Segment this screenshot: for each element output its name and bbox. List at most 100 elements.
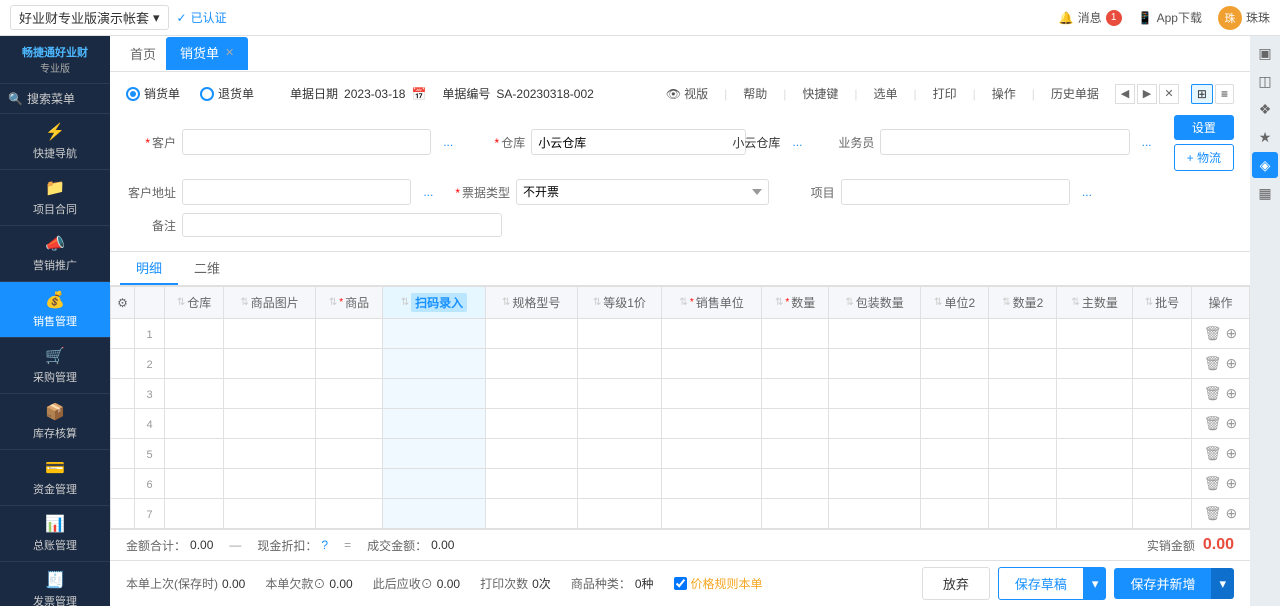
sidebar-item-project[interactable]: 📁 项目合同 xyxy=(0,170,110,226)
qty2-col-header[interactable]: ⇅ 数量2 xyxy=(989,287,1057,319)
main-qty-col-header[interactable]: ⇅ 主数量 xyxy=(1057,287,1132,319)
note-input[interactable] xyxy=(182,213,502,237)
row1-unit[interactable] xyxy=(577,319,662,349)
sidebar-item-accounting[interactable]: 📊 总账管理 xyxy=(0,506,110,562)
row7-copy-btn[interactable]: ⊕ xyxy=(1226,505,1238,522)
row1-main-qty[interactable] xyxy=(1057,319,1132,349)
project-expand-btn[interactable]: ... xyxy=(1076,183,1098,201)
tab-2d[interactable]: 二维 xyxy=(178,252,236,285)
price-notice-checkbox[interactable] xyxy=(674,577,687,590)
row1-copy-btn[interactable]: ⊕ xyxy=(1226,325,1238,342)
row1-qty2[interactable] xyxy=(989,319,1057,349)
save-draft-button[interactable]: 保存草稿 xyxy=(998,567,1084,600)
row3-delete-btn[interactable]: 🗑 xyxy=(1204,385,1222,402)
right-panel-icon-1[interactable]: ▣ xyxy=(1252,40,1278,66)
row1-batch-import[interactable] xyxy=(383,319,486,349)
view-list-icon[interactable]: ≡ xyxy=(1215,84,1234,104)
row6-copy-btn[interactable]: ⊕ xyxy=(1226,475,1238,492)
sidebar-item-marketing[interactable]: 📣 营销推广 xyxy=(0,226,110,282)
prev-arrow[interactable]: ◀ xyxy=(1115,84,1135,104)
salesperson-expand-btn[interactable]: ... xyxy=(1136,133,1158,151)
row1-quantity[interactable] xyxy=(762,319,829,349)
abandon-button[interactable]: 放弃 xyxy=(922,567,990,600)
discount-help-icon[interactable]: ? xyxy=(321,538,328,552)
row2-copy-btn[interactable]: ⊕ xyxy=(1226,355,1238,372)
tab-sales-order[interactable]: 销货单 ✕ xyxy=(166,37,248,70)
notifications-button[interactable]: 🔔 消息 1 xyxy=(1059,9,1122,26)
row1-delete-btn[interactable]: 🗑 xyxy=(1204,325,1222,342)
price-notice-check[interactable]: 价格规则本单 xyxy=(674,575,763,592)
view-grid-icon[interactable]: ⊞ xyxy=(1191,84,1213,104)
save-new-arrow-button[interactable]: ▾ xyxy=(1211,568,1234,599)
toolbar-select[interactable]: 选单 xyxy=(865,82,905,105)
save-new-button[interactable]: 保存并新增 xyxy=(1114,568,1211,599)
right-panel-icon-3[interactable]: ❖ xyxy=(1252,96,1278,122)
row1-unit2[interactable] xyxy=(920,319,988,349)
settings-col-header[interactable]: ⚙ xyxy=(111,287,135,319)
app-download-button[interactable]: 📱 App下载 xyxy=(1138,9,1202,26)
row3-copy-btn[interactable]: ⊕ xyxy=(1226,385,1238,402)
toolbar-version[interactable]: 👁 视版 xyxy=(658,82,716,105)
product-col-header[interactable]: ⇅ * 商品 xyxy=(315,287,382,319)
customer-expand-btn[interactable]: ... xyxy=(437,133,459,151)
right-panel-icon-6[interactable]: ▦ xyxy=(1252,180,1278,206)
toolbar-print[interactable]: 打印 xyxy=(925,82,965,105)
add-logistics-button[interactable]: + 物流 xyxy=(1174,144,1234,171)
close-form-icon[interactable]: ✕ xyxy=(1159,84,1179,104)
row7-delete-btn[interactable]: 🗑 xyxy=(1204,505,1222,522)
customer-input[interactable] xyxy=(182,129,431,155)
row4-delete-btn[interactable]: 🗑 xyxy=(1204,415,1222,432)
spec-col-header[interactable]: ⇅ 规格型号 xyxy=(485,287,577,319)
unit2-col-header[interactable]: ⇅ 单位2 xyxy=(920,287,988,319)
right-panel-icon-5[interactable]: ◈ xyxy=(1252,152,1278,178)
row1-product-img[interactable] xyxy=(224,319,316,349)
batch-col-header[interactable]: ⇅ 批号 xyxy=(1132,287,1191,319)
row1-pack-qty[interactable] xyxy=(829,319,921,349)
toolbar-action[interactable]: 操作 xyxy=(984,82,1024,105)
row1-batch[interactable] xyxy=(1132,319,1191,349)
toolbar-history[interactable]: 历史单据 xyxy=(1043,82,1107,105)
user-profile[interactable]: 珠 珠珠 xyxy=(1218,6,1270,30)
sidebar-item-capital[interactable]: 💳 资金管理 xyxy=(0,450,110,506)
quantity-col-header[interactable]: ⇅ * 数量 xyxy=(762,287,829,319)
address-input[interactable] xyxy=(182,179,411,205)
unit-col-header[interactable]: ⇅ 等级1价 xyxy=(577,287,662,319)
save-draft-arrow-button[interactable]: ▾ xyxy=(1084,567,1107,600)
calendar-icon[interactable]: 📅 xyxy=(411,87,426,101)
row4-copy-btn[interactable]: ⊕ xyxy=(1226,415,1238,432)
row1-spec[interactable] xyxy=(485,319,577,349)
pack-qty-col-header[interactable]: ⇅ 包装数量 xyxy=(829,287,921,319)
toolbar-help[interactable]: 帮助 xyxy=(735,82,775,105)
radio-return-label[interactable]: 退货单 xyxy=(200,85,254,102)
sidebar-item-purchase[interactable]: 🛒 采购管理 xyxy=(0,338,110,394)
toolbar-shortcut[interactable]: 快捷键 xyxy=(794,82,846,105)
row1-sales-unit[interactable] xyxy=(662,319,762,349)
sidebar-item-invoice[interactable]: 🧾 发票管理 xyxy=(0,562,110,606)
product-img-col-header[interactable]: ⇅ 商品图片 xyxy=(224,287,316,319)
row6-delete-btn[interactable]: 🗑 xyxy=(1204,475,1222,492)
right-panel-icon-2[interactable]: ◫ xyxy=(1252,68,1278,94)
invoice-type-select[interactable]: 不开票 xyxy=(516,179,769,205)
setup-button[interactable]: 设置 xyxy=(1174,115,1234,140)
next-arrow[interactable]: ▶ xyxy=(1137,84,1157,104)
warehouse-expand-btn[interactable]: ... xyxy=(786,133,808,151)
sidebar-item-quicknav[interactable]: ⚡ 快捷导航 xyxy=(0,114,110,170)
sales-unit-col-header[interactable]: ⇅ * 销售单位 xyxy=(662,287,762,319)
sidebar-item-inventory[interactable]: 📦 库存核算 xyxy=(0,394,110,450)
company-selector[interactable]: 好业财专业版演示帐套 ▾ xyxy=(10,5,169,30)
sidebar-item-search[interactable]: 🔍 搜索菜单 xyxy=(0,84,110,114)
tab-home[interactable]: 首页 xyxy=(120,38,166,69)
row1-warehouse[interactable] xyxy=(165,319,224,349)
salesperson-input[interactable] xyxy=(880,129,1129,155)
project-input[interactable] xyxy=(841,179,1070,205)
warehouse-input[interactable] xyxy=(531,129,746,155)
row5-copy-btn[interactable]: ⊕ xyxy=(1226,445,1238,462)
tab-detail[interactable]: 明细 xyxy=(120,252,178,285)
row2-delete-btn[interactable]: 🗑 xyxy=(1204,355,1222,372)
address-expand-btn[interactable]: ... xyxy=(417,183,439,201)
row1-product[interactable] xyxy=(315,319,382,349)
sidebar-item-sales[interactable]: 💰 销售管理 xyxy=(0,282,110,338)
right-panel-icon-4[interactable]: ★ xyxy=(1252,124,1278,150)
batch-import-col-header[interactable]: ⇅ 扫码录入 xyxy=(383,287,486,319)
warehouse-col-header[interactable]: ⇅ 仓库 xyxy=(165,287,224,319)
